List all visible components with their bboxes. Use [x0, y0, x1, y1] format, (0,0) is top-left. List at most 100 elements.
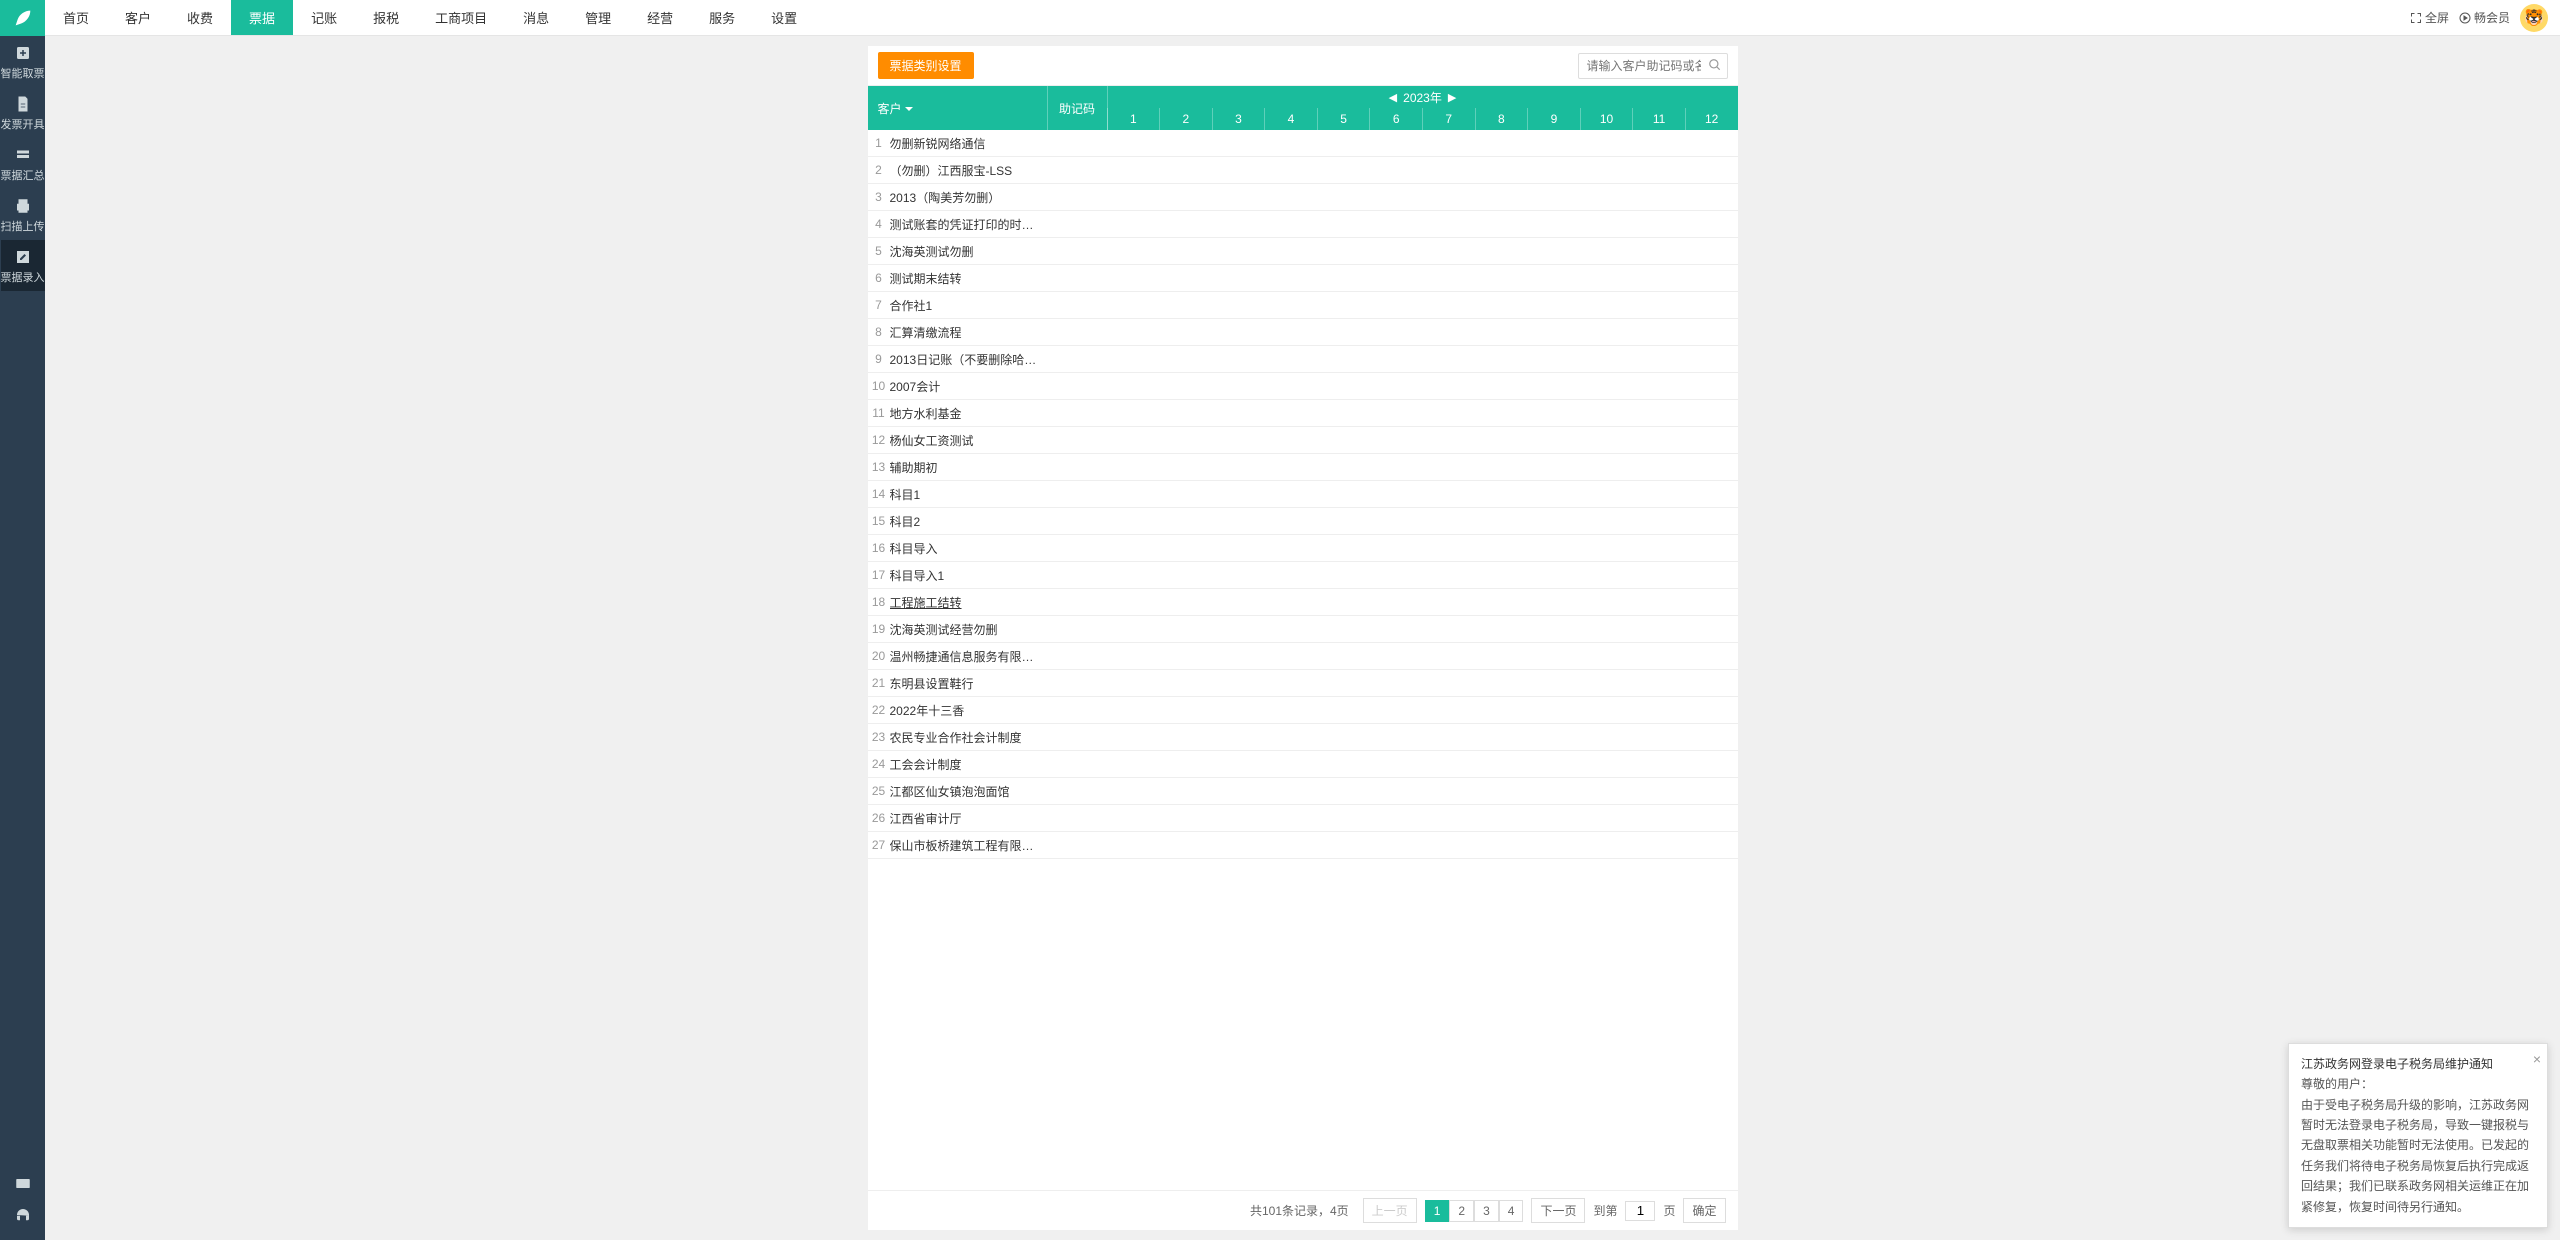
col-month-8[interactable]: 8 — [1476, 108, 1529, 130]
row-name[interactable]: （勿删）江西服宝-LSS — [890, 162, 1048, 179]
row-name[interactable]: 江都区仙女镇泡泡面馆 — [890, 783, 1048, 800]
pager-prev[interactable]: 上一页 — [1363, 1198, 1417, 1223]
table-row[interactable]: 12杨仙女工资测试 — [868, 427, 1738, 454]
row-name[interactable]: 工程施工结转 — [890, 594, 1048, 611]
row-name[interactable]: 农民专业合作社会计制度 — [890, 729, 1048, 746]
nav-item-4[interactable]: 记账 — [293, 0, 355, 35]
nav-item-3[interactable]: 票据 — [231, 0, 293, 35]
col-month-10[interactable]: 10 — [1581, 108, 1634, 130]
row-name[interactable]: 东明县设置鞋行 — [890, 675, 1048, 692]
pager-page-1[interactable]: 1 — [1425, 1200, 1450, 1222]
row-name[interactable]: 测试期末结转 — [890, 270, 1048, 287]
col-month-2[interactable]: 2 — [1160, 108, 1213, 130]
col-month-9[interactable]: 9 — [1528, 108, 1581, 130]
user-avatar[interactable]: 🐯 — [2520, 4, 2548, 32]
sidebar-item-0[interactable]: 智能取票 — [1, 36, 45, 87]
row-name[interactable]: 辅助期初 — [890, 459, 1048, 476]
row-name[interactable]: 合作社1 — [890, 297, 1048, 314]
table-row[interactable]: 11地方水利基金 — [868, 400, 1738, 427]
row-name[interactable]: 2013（陶美芳勿删） — [890, 189, 1048, 206]
col-month-3[interactable]: 3 — [1213, 108, 1266, 130]
table-row[interactable]: 25江都区仙女镇泡泡面馆 — [868, 778, 1738, 805]
table-row[interactable]: 23农民专业合作社会计制度 — [868, 724, 1738, 751]
sidebar-item-1[interactable]: 发票开具 — [1, 87, 45, 138]
table-row[interactable]: 2（勿删）江西服宝-LSS — [868, 157, 1738, 184]
fullscreen-button[interactable]: 全屏 — [2410, 9, 2449, 26]
nav-item-7[interactable]: 消息 — [505, 0, 567, 35]
year-prev[interactable]: ◀ — [1389, 91, 1397, 104]
sidebar-support[interactable] — [0, 1200, 45, 1230]
row-name[interactable]: 科目导入1 — [890, 567, 1048, 584]
table-row[interactable]: 102007会计 — [868, 373, 1738, 400]
table-row[interactable]: 92013日记账（不要删除哈，谢... — [868, 346, 1738, 373]
table-row[interactable]: 27保山市板桥建筑工程有限责任... — [868, 832, 1738, 859]
nav-item-9[interactable]: 经营 — [629, 0, 691, 35]
pager-confirm[interactable]: 确定 — [1683, 1198, 1725, 1223]
vip-button[interactable]: 畅会员 — [2459, 9, 2510, 26]
pager-page-3[interactable]: 3 — [1474, 1200, 1499, 1222]
row-name[interactable]: 勿删新锐网络通信 — [890, 135, 1048, 152]
row-name[interactable]: 测试账套的凭证打印的时候是否 — [890, 216, 1048, 233]
table-row[interactable]: 5沈海英测试勿删 — [868, 238, 1738, 265]
col-month-11[interactable]: 11 — [1633, 108, 1686, 130]
pager-page-4[interactable]: 4 — [1499, 1200, 1524, 1222]
col-customer[interactable]: 客户 — [868, 86, 1048, 130]
year-next[interactable]: ▶ — [1448, 91, 1456, 104]
table-row[interactable]: 21东明县设置鞋行 — [868, 670, 1738, 697]
table-row[interactable]: 14科目1 — [868, 481, 1738, 508]
table-row[interactable]: 24工会会计制度 — [868, 751, 1738, 778]
table-row[interactable]: 15科目2 — [868, 508, 1738, 535]
table-row[interactable]: 26江西省审计厅 — [868, 805, 1738, 832]
col-month-7[interactable]: 7 — [1423, 108, 1476, 130]
pager-page-input[interactable] — [1625, 1201, 1655, 1221]
row-name[interactable]: 2013日记账（不要删除哈，谢... — [890, 351, 1048, 368]
nav-item-0[interactable]: 首页 — [45, 0, 107, 35]
nav-item-5[interactable]: 报税 — [355, 0, 417, 35]
pager-page-2[interactable]: 2 — [1449, 1200, 1474, 1222]
notification-close[interactable]: × — [2533, 1048, 2541, 1072]
pager-next[interactable]: 下一页 — [1531, 1198, 1585, 1223]
row-name[interactable]: 科目导入 — [890, 540, 1048, 557]
sidebar-item-2[interactable]: 票据汇总 — [1, 138, 45, 189]
nav-item-1[interactable]: 客户 — [107, 0, 169, 35]
table-row[interactable]: 20温州畅捷通信息服务有限公司 — [868, 643, 1738, 670]
row-name[interactable]: 温州畅捷通信息服务有限公司 — [890, 648, 1048, 665]
app-logo[interactable] — [0, 0, 45, 36]
sidebar-monitor[interactable] — [0, 1170, 45, 1200]
search-icon[interactable] — [1708, 58, 1722, 72]
row-name[interactable]: 工会会计制度 — [890, 756, 1048, 773]
table-row[interactable]: 6测试期末结转 — [868, 265, 1738, 292]
table-row[interactable]: 4测试账套的凭证打印的时候是否 — [868, 211, 1738, 238]
row-name[interactable]: 保山市板桥建筑工程有限责任... — [890, 837, 1048, 854]
row-name[interactable]: 江西省审计厅 — [890, 810, 1048, 827]
table-row[interactable]: 7合作社1 — [868, 292, 1738, 319]
table-row[interactable]: 17科目导入1 — [868, 562, 1738, 589]
table-row[interactable]: 32013（陶美芳勿删） — [868, 184, 1738, 211]
table-row[interactable]: 1勿删新锐网络通信 — [868, 130, 1738, 157]
sidebar-item-4[interactable]: 票据录入 — [1, 240, 45, 291]
table-row[interactable]: 13辅助期初 — [868, 454, 1738, 481]
row-name[interactable]: 科目1 — [890, 486, 1048, 503]
row-name[interactable]: 汇算清缴流程 — [890, 324, 1048, 341]
col-month-12[interactable]: 12 — [1686, 108, 1738, 130]
nav-item-10[interactable]: 服务 — [691, 0, 753, 35]
row-name[interactable]: 沈海英测试勿删 — [890, 243, 1048, 260]
table-row[interactable]: 8汇算清缴流程 — [868, 319, 1738, 346]
category-settings-button[interactable]: 票据类别设置 — [878, 52, 974, 79]
nav-item-6[interactable]: 工商项目 — [417, 0, 505, 35]
row-name[interactable]: 地方水利基金 — [890, 405, 1048, 422]
row-name[interactable]: 2007会计 — [890, 378, 1048, 395]
col-month-5[interactable]: 5 — [1318, 108, 1371, 130]
col-month-4[interactable]: 4 — [1265, 108, 1318, 130]
row-name[interactable]: 沈海英测试经营勿删 — [890, 621, 1048, 638]
row-name[interactable]: 科目2 — [890, 513, 1048, 530]
row-name[interactable]: 杨仙女工资测试 — [890, 432, 1048, 449]
col-month-1[interactable]: 1 — [1108, 108, 1161, 130]
customer-search-input[interactable] — [1578, 53, 1728, 79]
col-month-6[interactable]: 6 — [1370, 108, 1423, 130]
sidebar-item-3[interactable]: 扫描上传 — [1, 189, 45, 240]
nav-item-11[interactable]: 设置 — [753, 0, 815, 35]
nav-item-2[interactable]: 收费 — [169, 0, 231, 35]
table-row[interactable]: 18工程施工结转 — [868, 589, 1738, 616]
nav-item-8[interactable]: 管理 — [567, 0, 629, 35]
